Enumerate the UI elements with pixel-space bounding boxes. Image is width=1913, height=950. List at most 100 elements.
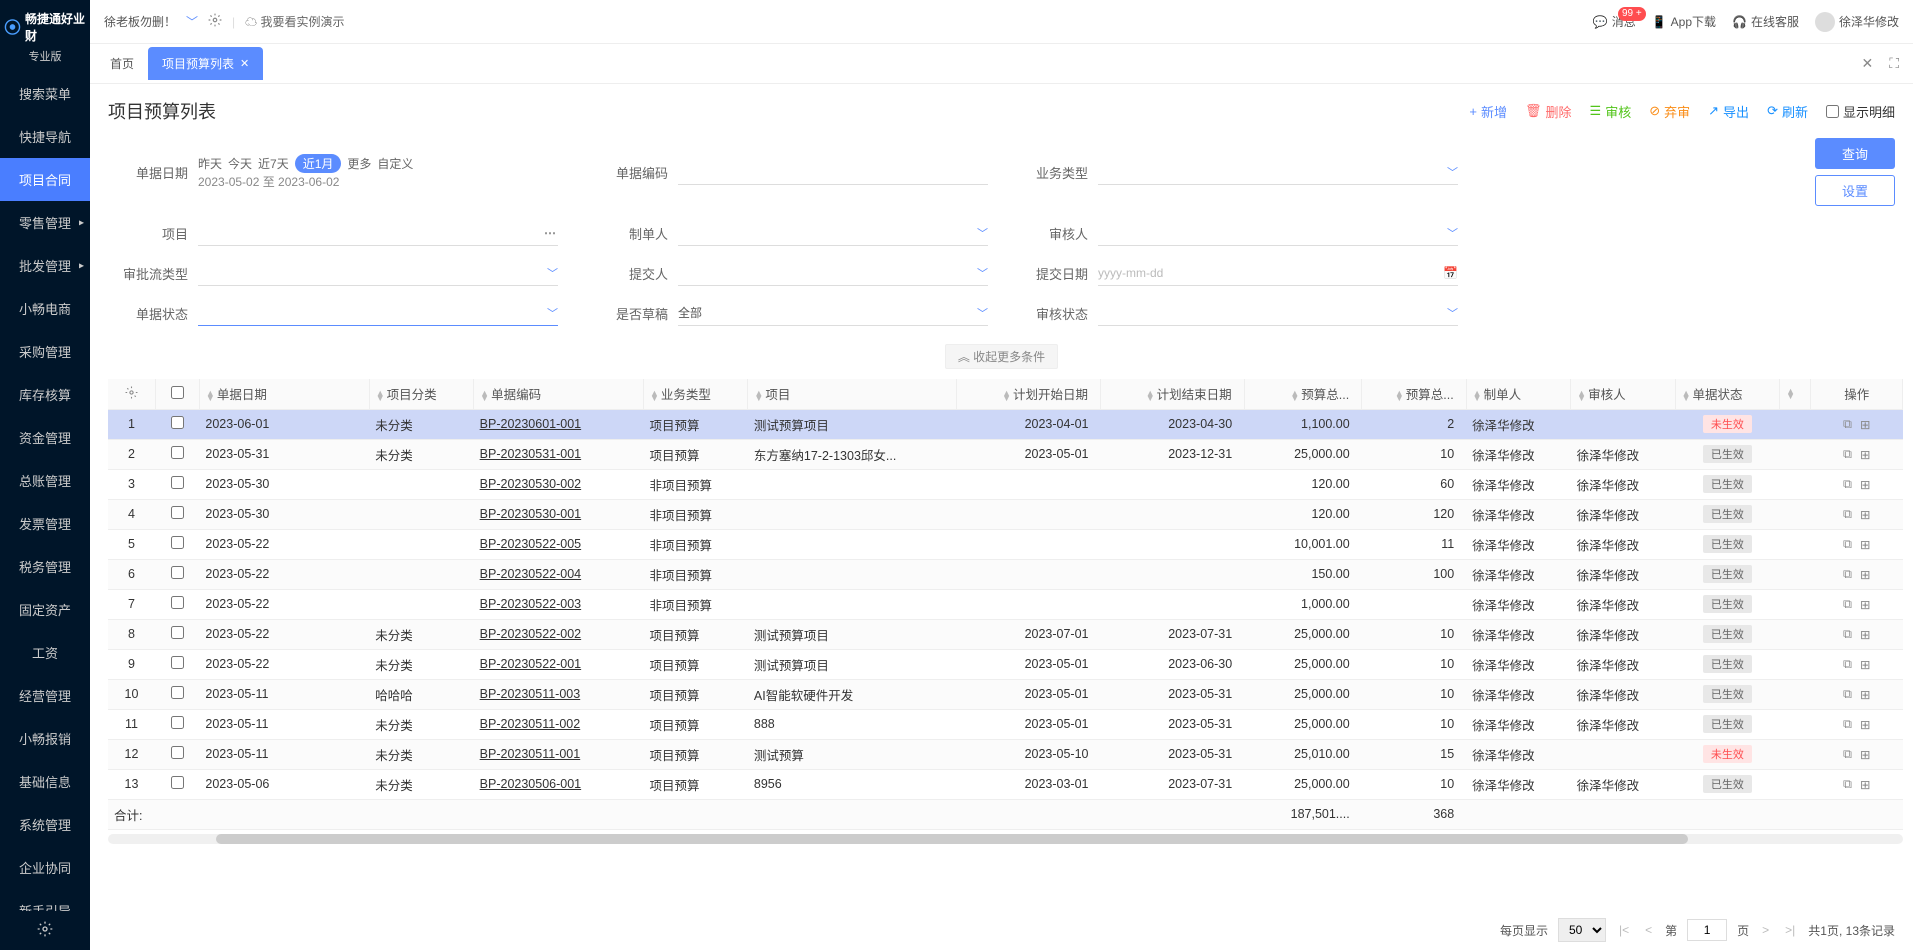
sidebar-item-19[interactable]: 新手引导 (0, 889, 90, 911)
select-all-checkbox[interactable] (155, 379, 199, 409)
biztype-select[interactable]: ﹀ (1098, 159, 1458, 185)
sidebar-item-5[interactable]: 小畅电商 (0, 287, 90, 330)
export-button[interactable]: ↗导出 (1708, 102, 1749, 121)
table-row[interactable]: 62023-05-22BP-20230522-004非项目预算150.00100… (108, 559, 1903, 589)
more-icon[interactable]: ⊞ (1860, 717, 1870, 732)
col-count[interactable]: ▲▼预算总... (1362, 379, 1466, 409)
table-row[interactable]: 22023-05-31未分类BP-20230531-001项目预算东方塞纳17-… (108, 439, 1903, 469)
table-row[interactable]: 122023-05-11未分类BP-20230511-001项目预算测试预算20… (108, 739, 1903, 769)
show-detail-checkbox[interactable] (1826, 105, 1839, 118)
sidebar-item-17[interactable]: 系统管理 (0, 803, 90, 846)
row-checkbox[interactable] (171, 506, 184, 519)
page-input[interactable] (1687, 919, 1727, 941)
flowtype-select[interactable]: ﹀ (198, 260, 558, 286)
demo-link[interactable]: ☁ 我要看实例演示 (245, 13, 344, 30)
row-checkbox[interactable] (171, 626, 184, 639)
view-icon[interactable]: ⧉ (1843, 747, 1852, 762)
sidebar-item-18[interactable]: 企业协同 (0, 846, 90, 889)
view-icon[interactable]: ⧉ (1843, 717, 1852, 732)
view-icon[interactable]: ⧉ (1843, 477, 1852, 492)
app-download-button[interactable]: 📱 App下载 (1652, 13, 1716, 30)
company-selector[interactable]: 徐老板勿删！ (104, 13, 176, 30)
view-icon[interactable]: ⧉ (1843, 777, 1852, 792)
sidebar-item-8[interactable]: 资金管理 (0, 416, 90, 459)
view-icon[interactable]: ⧉ (1843, 687, 1852, 702)
row-checkbox[interactable] (171, 686, 184, 699)
more-icon[interactable]: ⊞ (1860, 567, 1870, 582)
date-shortcut[interactable]: 更多 (347, 155, 371, 172)
col-biztype[interactable]: ▲▼业务类型 (643, 379, 747, 409)
sidebar-item-6[interactable]: 采购管理 (0, 330, 90, 373)
more-icon[interactable]: ⊞ (1860, 627, 1870, 642)
settings-button[interactable]: 设置 (1815, 175, 1895, 206)
more-icon[interactable]: ⊞ (1860, 417, 1870, 432)
table-row[interactable]: 132023-05-06未分类BP-20230506-001项目预算895620… (108, 769, 1903, 799)
code-link[interactable]: BP-20230522-001 (480, 657, 581, 671)
row-checkbox[interactable] (171, 656, 184, 669)
code-link[interactable]: BP-20230522-003 (480, 597, 581, 611)
row-checkbox[interactable] (171, 566, 184, 579)
view-icon[interactable]: ⧉ (1843, 507, 1852, 522)
table-row[interactable]: 112023-05-11未分类BP-20230511-002项目预算888202… (108, 709, 1903, 739)
row-checkbox[interactable] (171, 746, 184, 759)
view-icon[interactable]: ⧉ (1843, 417, 1852, 432)
col-extra[interactable]: ▲▼ (1780, 379, 1811, 409)
table-row[interactable]: 82023-05-22未分类BP-20230522-002项目预算测试预算项目2… (108, 619, 1903, 649)
tab-budget-list[interactable]: 项目预算列表 ✕ (148, 47, 263, 80)
table-row[interactable]: 92023-05-22未分类BP-20230522-001项目预算测试预算项目2… (108, 649, 1903, 679)
sidebar-item-4[interactable]: 批发管理▸ (0, 244, 90, 287)
fullscreen-button[interactable]: ⛶ (1881, 55, 1907, 72)
date-shortcut[interactable]: 近7天 (258, 155, 289, 172)
gear-icon[interactable] (208, 13, 222, 30)
date-shortcut[interactable]: 近1月 (295, 154, 342, 173)
close-all-tabs-button[interactable]: ✕ (1853, 55, 1881, 72)
settings-gear-icon[interactable] (0, 911, 90, 950)
more-icon[interactable]: ⊞ (1860, 657, 1870, 672)
code-link[interactable]: BP-20230511-001 (480, 747, 581, 761)
sidebar-item-9[interactable]: 总账管理 (0, 459, 90, 502)
audit-button[interactable]: ☰审核 (1590, 102, 1632, 121)
date-shortcut[interactable]: 今天 (228, 155, 252, 172)
more-icon[interactable]: ⊞ (1860, 597, 1870, 612)
table-row[interactable]: 32023-05-30BP-20230530-002非项目预算120.0060徐… (108, 469, 1903, 499)
submitter-select[interactable]: ﹀ (678, 260, 988, 286)
row-checkbox[interactable] (171, 596, 184, 609)
sidebar-item-7[interactable]: 库存核算 (0, 373, 90, 416)
more-icon[interactable]: ⊞ (1860, 747, 1870, 762)
more-icon[interactable]: ⊞ (1860, 477, 1870, 492)
more-icon[interactable]: ⊞ (1860, 687, 1870, 702)
column-config-button[interactable] (108, 379, 155, 409)
reject-button[interactable]: ⊘弃审 (1649, 102, 1690, 121)
code-link[interactable]: BP-20230601-001 (480, 417, 581, 431)
row-checkbox[interactable] (171, 416, 184, 429)
sidebar-item-2[interactable]: 项目合同 (0, 158, 90, 201)
sidebar-item-12[interactable]: 固定资产 (0, 588, 90, 631)
code-link[interactable]: BP-20230522-005 (480, 537, 581, 551)
auditstatus-select[interactable]: ﹀ (1098, 300, 1458, 326)
row-checkbox[interactable] (171, 536, 184, 549)
code-input[interactable] (678, 159, 988, 185)
submitdate-input[interactable]: yyyy-mm-dd📅 (1098, 260, 1458, 286)
auditor-select[interactable]: ﹀ (1098, 220, 1458, 246)
more-icon[interactable]: ⊞ (1860, 447, 1870, 462)
delete-button[interactable]: 🗑删除 (1525, 102, 1572, 121)
sidebar-item-16[interactable]: 基础信息 (0, 760, 90, 803)
view-icon[interactable]: ⧉ (1843, 537, 1852, 552)
col-auditor[interactable]: ▲▼审核人 (1571, 379, 1675, 409)
last-page-button[interactable]: >| (1782, 923, 1798, 937)
search-button[interactable]: 查询 (1815, 138, 1895, 169)
col-project[interactable]: ▲▼项目 (748, 379, 957, 409)
more-icon[interactable]: ⊞ (1860, 777, 1870, 792)
code-link[interactable]: BP-20230522-004 (480, 567, 581, 581)
table-row[interactable]: 102023-05-11哈哈哈BP-20230511-003项目预算AI智能软硬… (108, 679, 1903, 709)
show-detail-toggle[interactable]: 显示明细 (1826, 102, 1895, 121)
project-select[interactable]: ⋯ (198, 220, 558, 246)
sidebar-item-14[interactable]: 经营管理 (0, 674, 90, 717)
col-code[interactable]: ▲▼单据编码 (474, 379, 644, 409)
code-link[interactable]: BP-20230531-001 (480, 447, 581, 461)
table-row[interactable]: 12023-06-01未分类BP-20230601-001项目预算测试预算项目2… (108, 409, 1903, 439)
col-amount[interactable]: ▲▼预算总... (1244, 379, 1362, 409)
creator-select[interactable]: ﹀ (678, 220, 988, 246)
table-row[interactable]: 72023-05-22BP-20230522-003非项目预算1,000.00徐… (108, 589, 1903, 619)
draft-select[interactable]: 全部﹀ (678, 300, 988, 326)
